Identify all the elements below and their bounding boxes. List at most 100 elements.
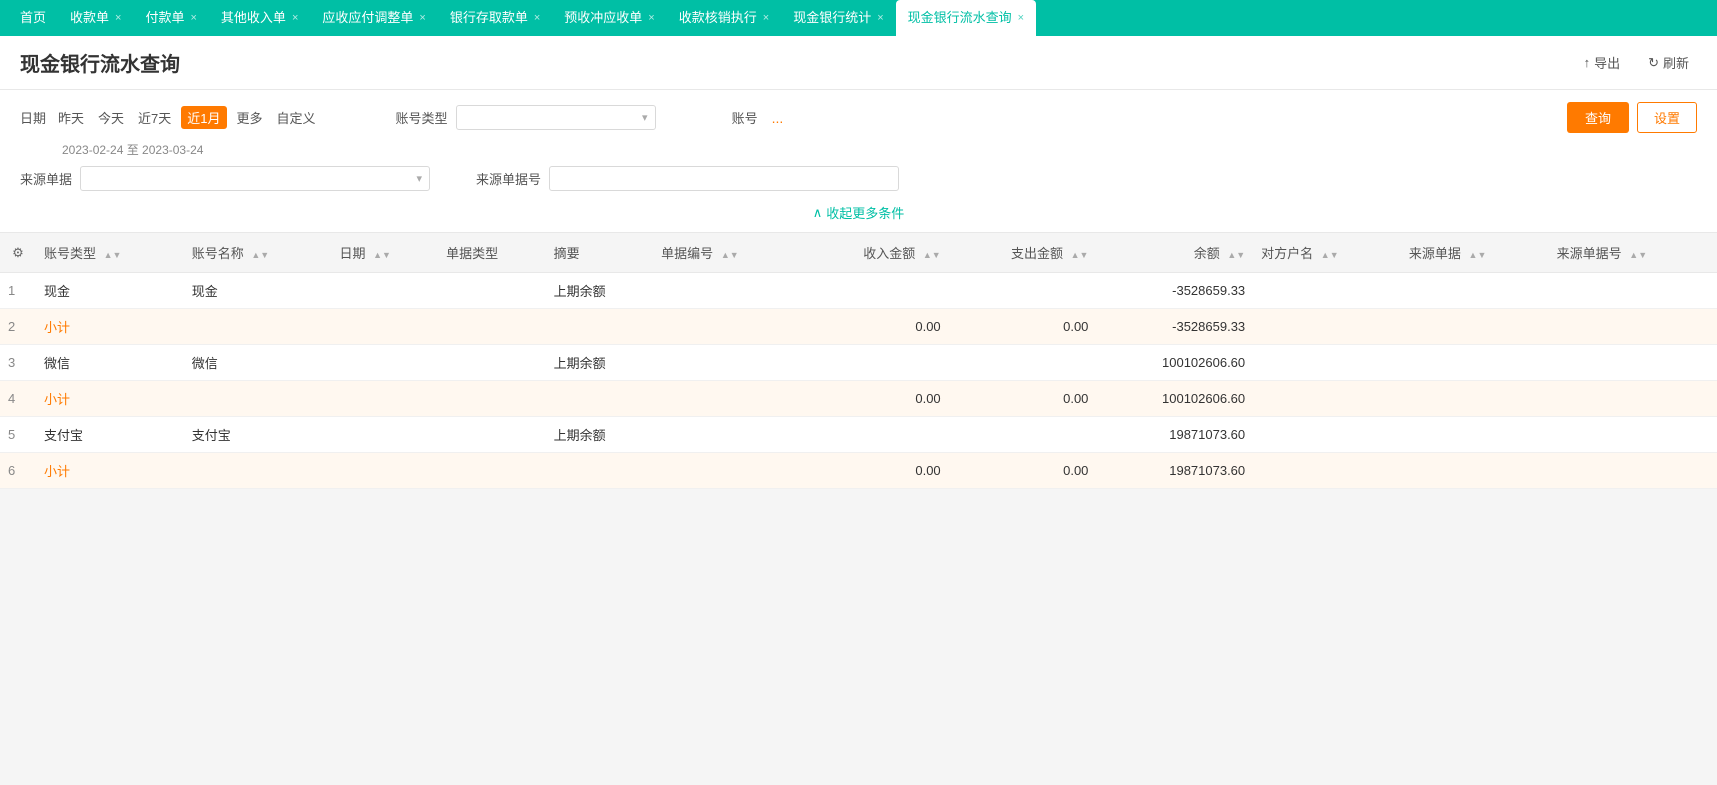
close-bank-deposit-icon[interactable]: × (534, 0, 540, 36)
nav-advance[interactable]: 预收冲应收单 × (552, 0, 666, 36)
data-table: ⚙ 账号类型 ▲▼ 账号名称 ▲▼ 日期 ▲▼ 单据类型 摘要 单据编号 (0, 233, 1717, 489)
cell-source-doc (1401, 381, 1549, 417)
source-doc-select-wrapper: ▾ (80, 166, 430, 191)
date-opt-more[interactable]: 更多 (233, 106, 267, 129)
close-bank-stats-icon[interactable]: × (877, 0, 883, 36)
top-navigation: 首页 收款单 × 付款单 × 其他收入单 × 应收应付调整单 × 银行存取款单 … (0, 0, 1717, 36)
cell-num: 2 (0, 309, 36, 345)
cell-doc-no (653, 417, 801, 453)
cell-income (801, 273, 949, 309)
account-filter-group: 账号 ... (732, 108, 790, 128)
col-counterpart[interactable]: 对方户名 ▲▼ (1253, 233, 1401, 273)
query-button[interactable]: 查询 (1567, 102, 1629, 133)
sort-source-doc-icon: ▲▼ (1469, 251, 1487, 260)
cell-source-doc-no (1549, 453, 1717, 489)
date-opt-today[interactable]: 今天 (94, 106, 128, 129)
cell-summary (546, 381, 654, 417)
cell-counterpart (1253, 309, 1401, 345)
export-button[interactable]: ↑ 导出 (1576, 49, 1629, 76)
cell-account-name: 支付宝 (184, 417, 332, 453)
cell-expense: 0.00 (949, 381, 1097, 417)
nav-other-income[interactable]: 其他收入单 × (209, 0, 310, 36)
page-header: 现金银行流水查询 ↑ 导出 ↻ 刷新 (0, 36, 1717, 90)
date-opt-7days[interactable]: 近7天 (134, 106, 175, 129)
source-doc-select[interactable] (80, 166, 430, 191)
source-doc-num-filter-group: 来源单据号 (476, 166, 899, 191)
cell-counterpart (1253, 273, 1401, 309)
close-bank-flow-icon[interactable]: × (1018, 0, 1024, 36)
close-receipt-icon[interactable]: × (115, 0, 121, 36)
cell-source-doc-no (1549, 309, 1717, 345)
nav-home[interactable]: 首页 (8, 0, 58, 36)
col-income[interactable]: 收入金额 ▲▼ (801, 233, 949, 273)
setting-button[interactable]: 设置 (1637, 102, 1697, 133)
collapse-bar[interactable]: ∧ 收起更多条件 (20, 199, 1697, 222)
date-opt-1month[interactable]: 近1月 (181, 106, 226, 129)
refresh-button[interactable]: ↻ 刷新 (1640, 49, 1697, 76)
col-doc-no[interactable]: 单据编号 ▲▼ (653, 233, 801, 273)
date-label: 日期 (20, 108, 46, 127)
nav-bank-deposit[interactable]: 银行存取款单 × (438, 0, 552, 36)
table-row: 4 小计 0.00 0.00 100102606.60 (0, 381, 1717, 417)
col-expense[interactable]: 支出金额 ▲▼ (949, 233, 1097, 273)
nav-receipt[interactable]: 收款单 × (58, 0, 133, 36)
account-type-filter-group: 账号类型 ▾ (396, 105, 656, 130)
close-collection-icon[interactable]: × (763, 0, 769, 36)
date-opt-yesterday[interactable]: 昨天 (54, 106, 88, 129)
col-summary: 摘要 (546, 233, 654, 273)
cell-account-name: 微信 (184, 345, 332, 381)
nav-adjustment[interactable]: 应收应付调整单 × (310, 0, 437, 36)
cell-counterpart (1253, 453, 1401, 489)
cell-counterpart (1253, 381, 1401, 417)
cell-account-type: 小计 (36, 453, 184, 489)
date-filter-group: 日期 昨天 今天 近7天 近1月 更多 自定义 (20, 106, 320, 129)
cell-date (332, 273, 439, 309)
cell-doc-type (438, 381, 546, 417)
cell-balance: -3528659.33 (1096, 273, 1253, 309)
sort-expense-icon: ▲▼ (1071, 251, 1089, 260)
cell-source-doc (1401, 309, 1549, 345)
nav-bank-stats[interactable]: 现金银行统计 × (781, 0, 895, 36)
col-settings[interactable]: ⚙ (0, 233, 36, 273)
table-settings-icon[interactable]: ⚙ (12, 245, 24, 260)
cell-income: 0.00 (801, 453, 949, 489)
cell-doc-no (653, 345, 801, 381)
cell-balance: 19871073.60 (1096, 453, 1253, 489)
date-opt-custom[interactable]: 自定义 (273, 106, 320, 129)
table-body: 1 现金 现金 上期余额 -3528659.33 2 小计 0.00 0.00 … (0, 273, 1717, 489)
close-adjustment-icon[interactable]: × (419, 0, 425, 36)
source-doc-num-label: 来源单据号 (476, 169, 541, 188)
sort-balance-icon: ▲▼ (1227, 251, 1245, 260)
account-type-select[interactable] (456, 105, 656, 130)
cell-counterpart (1253, 345, 1401, 381)
cell-expense (949, 273, 1097, 309)
cell-date (332, 417, 439, 453)
cell-balance: 100102606.60 (1096, 381, 1253, 417)
date-range-display: 2023-02-24 至 2023-03-24 (20, 141, 1697, 158)
col-balance[interactable]: 余额 ▲▼ (1096, 233, 1253, 273)
col-account-name[interactable]: 账号名称 ▲▼ (184, 233, 332, 273)
close-other-income-icon[interactable]: × (292, 0, 298, 36)
col-source-doc[interactable]: 来源单据 ▲▼ (1401, 233, 1549, 273)
cell-counterpart (1253, 417, 1401, 453)
filter-area: 日期 昨天 今天 近7天 近1月 更多 自定义 账号类型 ▾ 账号 ... (0, 90, 1717, 233)
col-date[interactable]: 日期 ▲▼ (332, 233, 439, 273)
nav-payment[interactable]: 付款单 × (133, 0, 208, 36)
source-doc-num-input[interactable] (549, 166, 899, 191)
cell-expense (949, 345, 1097, 381)
cell-account-type: 小计 (36, 381, 184, 417)
nav-bank-flow[interactable]: 现金银行流水查询 × (896, 0, 1036, 36)
source-doc-label: 来源单据 (20, 169, 72, 188)
close-payment-icon[interactable]: × (190, 0, 196, 36)
account-ellipsis-button[interactable]: ... (766, 108, 790, 128)
col-source-doc-no[interactable]: 来源单据号 ▲▼ (1549, 233, 1717, 273)
date-options: 昨天 今天 近7天 近1月 更多 自定义 (54, 106, 320, 129)
close-advance-icon[interactable]: × (648, 0, 654, 36)
page-title: 现金银行流水查询 (20, 48, 180, 77)
nav-collection[interactable]: 收款核销执行 × (667, 0, 781, 36)
col-account-type[interactable]: 账号类型 ▲▼ (36, 233, 184, 273)
table-area: ⚙ 账号类型 ▲▼ 账号名称 ▲▼ 日期 ▲▼ 单据类型 摘要 单据编号 (0, 233, 1717, 489)
cell-account-name (184, 309, 332, 345)
cell-account-type: 现金 (36, 273, 184, 309)
table-row: 1 现金 现金 上期余额 -3528659.33 (0, 273, 1717, 309)
